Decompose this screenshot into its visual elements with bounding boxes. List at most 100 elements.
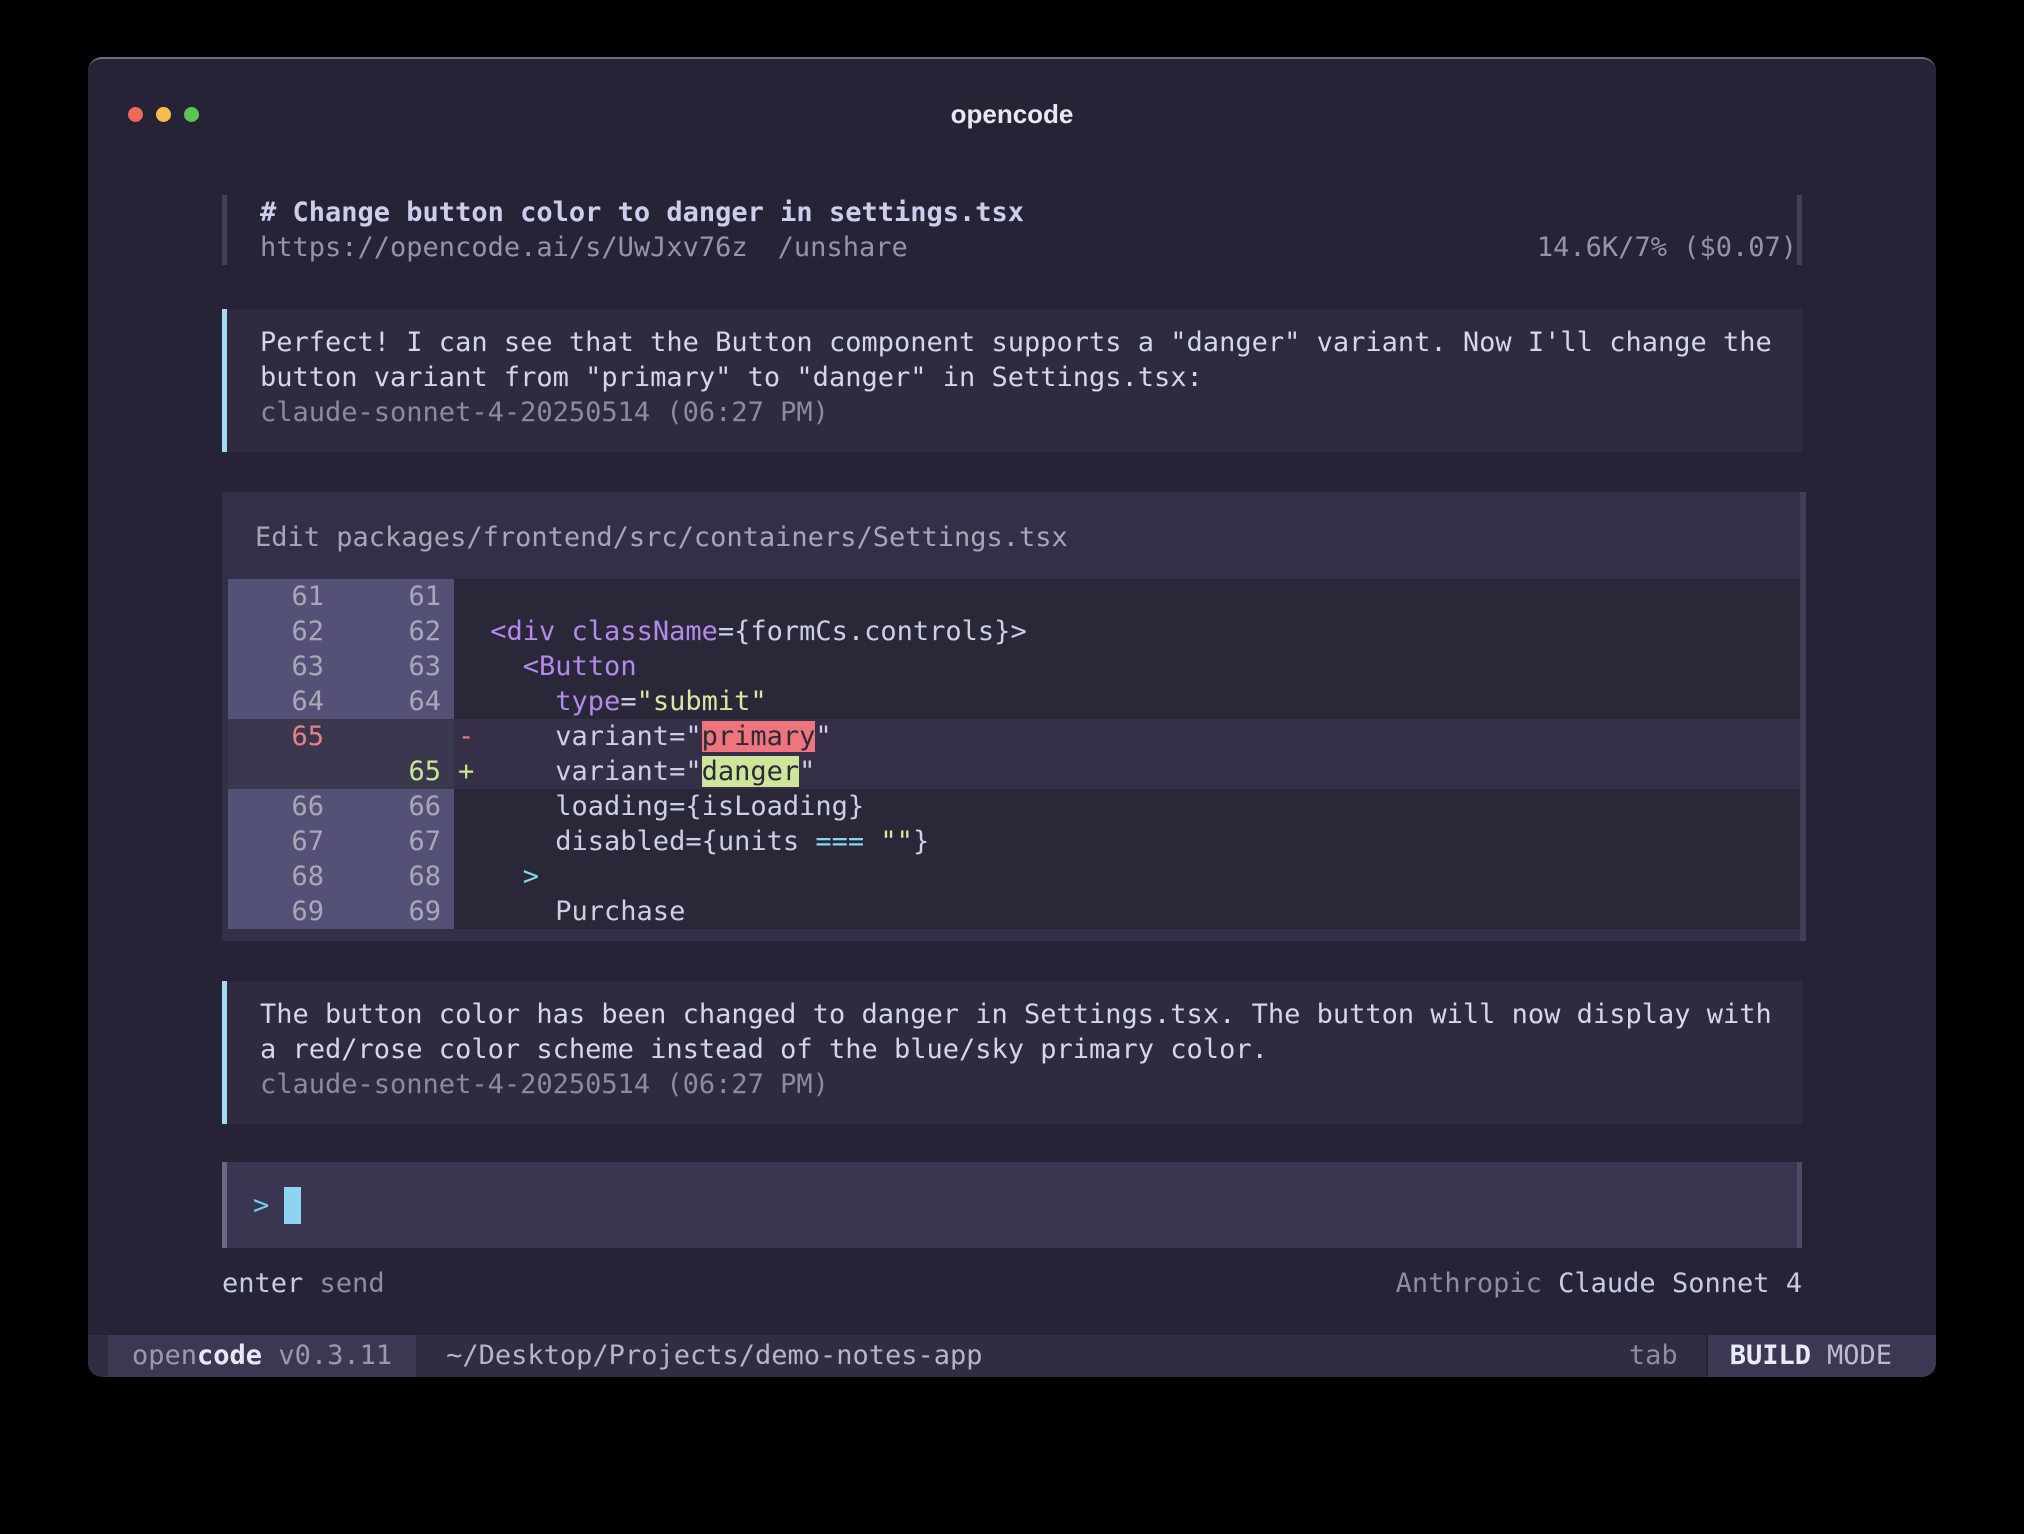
context-stats: 14.6K/7% ($0.07) <box>1537 230 1797 265</box>
diff-gutter: 6767 <box>228 824 454 859</box>
model-label: Claude Sonnet 4 <box>1558 1268 1802 1299</box>
assistant-message-2: The button color has been changed to dan… <box>222 981 1802 1124</box>
assistant-message-1: Perfect! I can see that the Button compo… <box>222 309 1802 452</box>
diff-gutter: 6262 <box>228 614 454 649</box>
new-line-number: 62 <box>324 614 454 649</box>
tab-key-hint: tab <box>1629 1335 1678 1377</box>
message-meta: claude-sonnet-4-20250514 (06:27 PM) <box>260 395 1774 430</box>
old-line-number: 68 <box>228 859 324 894</box>
code-token: loading={isLoading} <box>474 791 864 822</box>
code-token: Purchase <box>474 896 685 927</box>
old-line-number: 63 <box>228 649 324 684</box>
titlebar: opencode <box>88 59 1936 147</box>
old-line-number: 69 <box>228 894 324 929</box>
old-line-number: 64 <box>228 684 324 719</box>
message-line: a red/rose color scheme instead of the b… <box>260 1032 1774 1067</box>
old-line-number <box>228 754 324 789</box>
app-version: v0.3.11 <box>278 1335 392 1377</box>
code-token: variant=" <box>474 756 702 787</box>
code-token <box>474 616 490 647</box>
code-token: disabled={units <box>474 826 815 857</box>
new-line-number: 68 <box>324 859 454 894</box>
code-token <box>864 826 880 857</box>
diff-code-line <box>474 579 1802 614</box>
diff-code-line: disabled={units === ""} <box>474 824 1802 859</box>
message-line: The button color has been changed to dan… <box>260 997 1774 1032</box>
diff-row: 6363 <Button <box>228 649 1802 684</box>
session-title: # Change button color to danger in setti… <box>260 195 1797 230</box>
diff-marker <box>454 824 474 859</box>
diff-marker <box>454 859 474 894</box>
old-line-number: 67 <box>228 824 324 859</box>
diff-gutter: 6161 <box>228 579 454 614</box>
model-indicator: Anthropic Claude Sonnet 4 <box>1396 1266 1802 1301</box>
diff-marker <box>454 789 474 824</box>
diff-marker: - <box>454 719 474 754</box>
code-token: ={formCs.controls}> <box>718 616 1027 647</box>
diff-gutter: 65 <box>228 754 454 789</box>
unshare-command[interactable]: /unshare <box>778 230 908 265</box>
session-header: # Change button color to danger in setti… <box>222 195 1802 265</box>
mode-suffix: MODE <box>1827 1335 1892 1377</box>
provider-label: Anthropic <box>1396 1268 1542 1299</box>
status-bar: opencode v0.3.11 ~/Desktop/Projects/demo… <box>88 1335 1936 1377</box>
diff-gutter: 6868 <box>228 859 454 894</box>
edit-tool-block: Edit packages/frontend/src/containers/Se… <box>222 492 1802 941</box>
diff-marker: + <box>454 754 474 789</box>
send-action-label: send <box>320 1268 385 1299</box>
window-title: opencode <box>88 99 1936 130</box>
diff-code-line: <Button <box>474 649 1802 684</box>
share-url-link[interactable]: https://opencode.ai/s/UwJxv76z <box>260 230 748 265</box>
enter-key-hint: enter <box>222 1268 303 1299</box>
brand-open: open <box>132 1335 197 1377</box>
diff-marker <box>454 894 474 929</box>
new-line-number: 61 <box>324 579 454 614</box>
diff-gutter: 6666 <box>228 789 454 824</box>
code-token: "" <box>880 826 913 857</box>
diff-row: 6464 type="submit" <box>228 684 1802 719</box>
code-token: primary <box>702 721 816 752</box>
code-token: " <box>815 721 831 752</box>
old-line-number: 61 <box>228 579 324 614</box>
working-directory: ~/Desktop/Projects/demo-notes-app <box>446 1335 982 1377</box>
message-line: button variant from "primary" to "danger… <box>260 360 1774 395</box>
diff-code-line: <div className={formCs.controls}> <box>474 614 1802 649</box>
text-cursor <box>284 1187 301 1224</box>
diff-code-line: > <box>474 859 1802 894</box>
new-line-number: 63 <box>324 649 454 684</box>
code-token: " <box>799 756 815 787</box>
diff-row: 6969 Purchase <box>228 894 1802 929</box>
new-line-number: 65 <box>324 754 454 789</box>
diff-row: 65 - variant="primary" <box>228 719 1802 754</box>
old-line-number: 65 <box>228 719 324 754</box>
diff-code-line: Purchase <box>474 894 1802 929</box>
code-token: "submit" <box>637 686 767 717</box>
diff-code-line: type="submit" <box>474 684 1802 719</box>
diff-marker <box>454 684 474 719</box>
diff-gutter: 6363 <box>228 649 454 684</box>
message-line: Perfect! I can see that the Button compo… <box>260 325 1774 360</box>
diff-row: 65+ variant="danger" <box>228 754 1802 789</box>
edit-scrollbar[interactable] <box>1800 492 1806 941</box>
code-token: danger <box>702 756 800 787</box>
old-line-number: 66 <box>228 789 324 824</box>
new-line-number: 67 <box>324 824 454 859</box>
code-token: = <box>620 686 636 717</box>
code-token: variant=" <box>474 721 702 752</box>
diff-gutter: 6464 <box>228 684 454 719</box>
hints-row: enter send Anthropic Claude Sonnet 4 <box>222 1266 1802 1301</box>
diff-row: 6666 loading={isLoading} <box>228 789 1802 824</box>
diff-table: 61616262 <div className={formCs.controls… <box>228 579 1802 929</box>
prompt-input[interactable]: > <box>222 1162 1802 1248</box>
diff-row: 6161 <box>228 579 1802 614</box>
code-token <box>474 861 523 892</box>
session-content: # Change button color to danger in setti… <box>88 147 1936 1335</box>
new-line-number: 66 <box>324 789 454 824</box>
prompt-symbol: > <box>253 1190 269 1221</box>
diff-row: 6767 disabled={units === ""} <box>228 824 1802 859</box>
send-hint: enter send <box>222 1266 385 1301</box>
code-token: type <box>555 686 620 717</box>
code-token: === <box>815 826 864 857</box>
code-token <box>474 651 523 682</box>
diff-marker <box>454 649 474 684</box>
